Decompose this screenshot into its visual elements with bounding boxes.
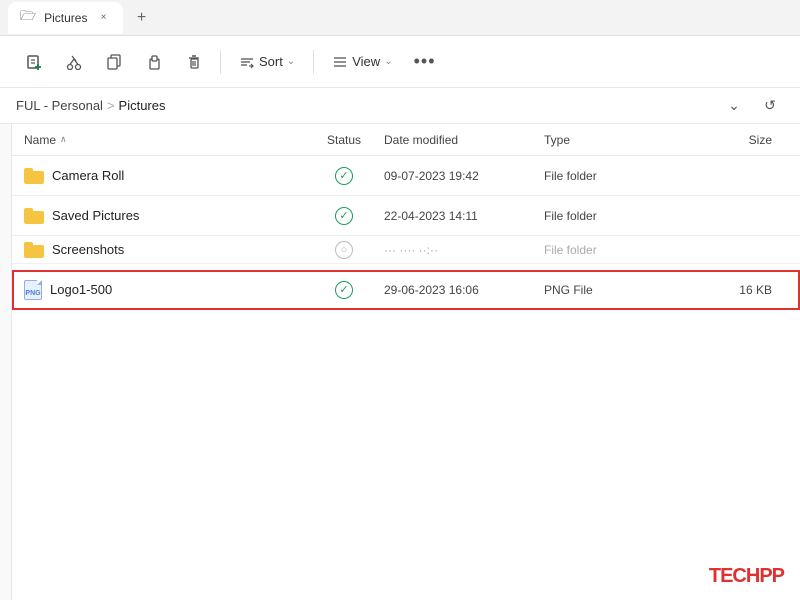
sort-button[interactable]: Sort ⌄ — [229, 44, 305, 80]
file-status-logo: ✓ — [304, 280, 384, 299]
view-label: View — [352, 54, 380, 69]
col-status-header[interactable]: Status — [304, 133, 384, 147]
col-date-label: Date modified — [384, 133, 458, 147]
file-name-logo: PNG Logo1-500 — [24, 280, 304, 300]
file-name-label: Screenshots — [52, 242, 124, 257]
table-row[interactable]: Camera Roll ✓ 09-07-2023 19:42 File fold… — [12, 156, 800, 196]
file-name-screenshots: Screenshots — [24, 242, 304, 258]
file-type-logo: PNG File — [544, 283, 664, 297]
sync-status-icon: ✓ — [335, 281, 353, 299]
file-list: Camera Roll ✓ 09-07-2023 19:42 File fold… — [12, 156, 800, 310]
file-status-camera-roll: ✓ — [304, 166, 384, 185]
watermark-part2: PP — [759, 565, 784, 587]
new-tab-button[interactable]: + — [127, 4, 155, 32]
view-chevron: ⌄ — [384, 56, 392, 67]
active-tab[interactable]: 🗁 Pictures × — [8, 2, 123, 34]
table-row[interactable]: Screenshots ○ ··· ···· ··:·· File folder — [12, 236, 800, 264]
watermark-part1: TECH — [709, 565, 759, 587]
folder-icon — [24, 168, 44, 184]
tab-close-button[interactable]: × — [95, 10, 111, 26]
table-row[interactable]: Saved Pictures ✓ 22-04-2023 14:11 File f… — [12, 196, 800, 236]
sync-status-icon: ✓ — [335, 207, 353, 225]
dropdown-button[interactable]: ⌄ — [720, 92, 748, 120]
file-name-camera-roll: Camera Roll — [24, 168, 304, 184]
file-date-camera-roll: 09-07-2023 19:42 — [384, 169, 544, 183]
png-file-icon: PNG — [24, 280, 42, 300]
cut-button[interactable] — [56, 44, 92, 80]
refresh-icon: ↺ — [764, 97, 776, 114]
sort-asc-icon: ∧ — [60, 134, 67, 145]
file-name-label: Camera Roll — [52, 168, 124, 183]
sync-status-icon: ✓ — [335, 167, 353, 185]
file-name-label: Saved Pictures — [52, 208, 139, 223]
paste-button[interactable] — [136, 44, 172, 80]
file-name-label: Logo1-500 — [50, 282, 112, 297]
file-size-logo: 16 KB — [664, 283, 788, 297]
column-headers: Name ∧ Status Date modified Type Size — [12, 124, 800, 156]
more-options-button[interactable]: ••• — [407, 44, 443, 80]
breadcrumb-current: Pictures — [119, 98, 166, 113]
delete-button[interactable] — [176, 44, 212, 80]
breadcrumb: FUL - Personal > Pictures — [16, 98, 166, 113]
file-area: Name ∧ Status Date modified Type Size — [12, 124, 800, 600]
chevron-down-icon: ⌄ — [728, 97, 740, 114]
breadcrumb-actions: ⌄ ↺ — [720, 92, 784, 120]
col-name-header[interactable]: Name ∧ — [24, 133, 304, 147]
sidebar — [0, 124, 12, 600]
col-type-label: Type — [544, 133, 570, 147]
file-type-saved-pictures: File folder — [544, 209, 664, 223]
col-size-label: Size — [749, 133, 772, 147]
sort-chevron: ⌄ — [287, 56, 295, 67]
breadcrumb-bar: FUL - Personal > Pictures ⌄ ↺ — [0, 88, 800, 124]
breadcrumb-separator: > — [107, 98, 115, 113]
new-item-button[interactable] — [16, 44, 52, 80]
tab-bar: 🗁 Pictures × + — [0, 0, 800, 36]
toolbar: Sort ⌄ View ⌄ ••• — [0, 36, 800, 88]
copy-button[interactable] — [96, 44, 132, 80]
sort-label: Sort — [259, 54, 283, 69]
view-button[interactable]: View ⌄ — [322, 44, 402, 80]
col-date-header[interactable]: Date modified — [384, 133, 544, 147]
file-date-screenshots: ··· ···· ··:·· — [384, 243, 544, 257]
file-date-logo: 29-06-2023 16:06 — [384, 283, 544, 297]
file-date-saved-pictures: 22-04-2023 14:11 — [384, 209, 544, 223]
sync-status-icon: ○ — [335, 241, 353, 259]
col-size-header[interactable]: Size — [664, 133, 788, 147]
tab-label: Pictures — [44, 11, 87, 25]
watermark: TECHPP — [709, 565, 784, 588]
main-layout: Name ∧ Status Date modified Type Size — [0, 124, 800, 600]
folder-icon — [24, 208, 44, 224]
folder-icon — [24, 242, 44, 258]
col-name-label: Name — [24, 133, 56, 147]
file-type-camera-roll: File folder — [544, 169, 664, 183]
file-name-saved-pictures: Saved Pictures — [24, 208, 304, 224]
file-status-saved-pictures: ✓ — [304, 206, 384, 225]
tab-icon: 🗁 — [20, 7, 36, 29]
toolbar-separator2 — [313, 50, 314, 74]
breadcrumb-prefix[interactable]: FUL - Personal — [16, 98, 103, 113]
file-type-screenshots: File folder — [544, 243, 664, 257]
file-status-screenshots: ○ — [304, 240, 384, 259]
toolbar-separator — [220, 50, 221, 74]
table-row[interactable]: PNG Logo1-500 ✓ 29-06-2023 16:06 PNG Fil… — [12, 270, 800, 310]
col-type-header[interactable]: Type — [544, 133, 664, 147]
refresh-button[interactable]: ↺ — [756, 92, 784, 120]
col-status-label: Status — [327, 133, 361, 147]
